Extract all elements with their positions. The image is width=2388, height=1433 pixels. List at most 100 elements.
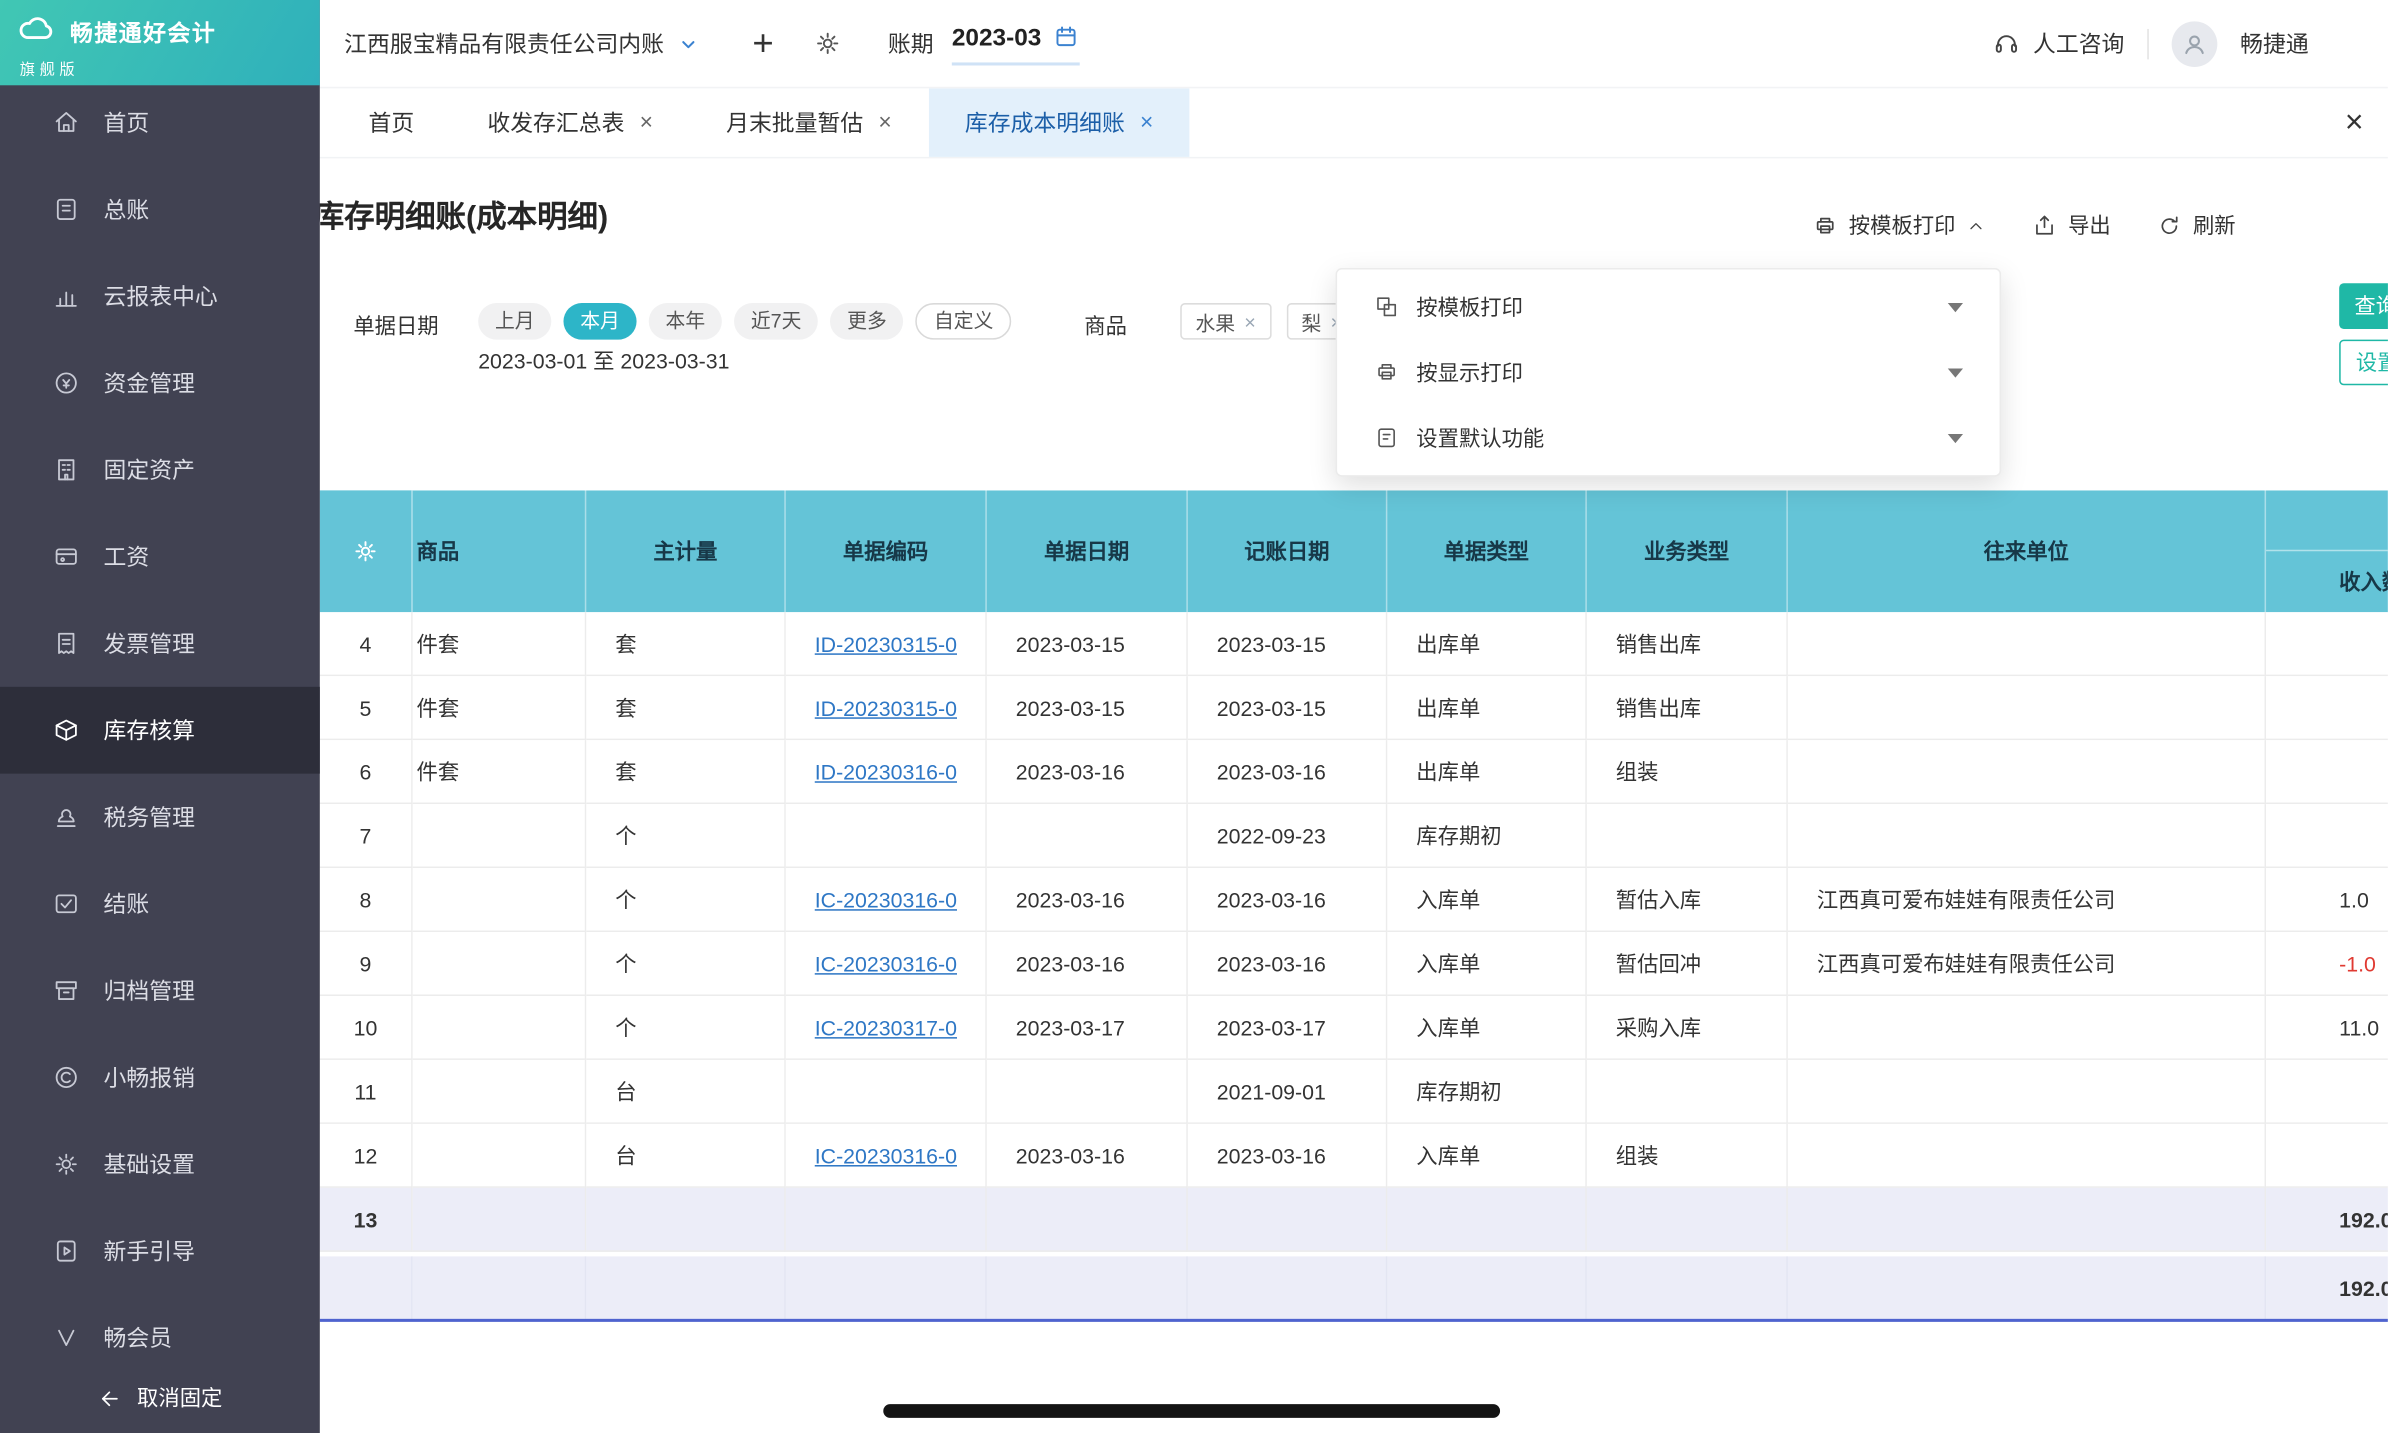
gear-icon[interactable] xyxy=(813,29,842,58)
add-account-button[interactable]: + xyxy=(752,24,773,61)
cell-doc-type: 出库单 xyxy=(1387,676,1587,741)
sidebar-item-inventory-accounting[interactable]: 库存核算 xyxy=(0,686,320,774)
cell-unit: 套 xyxy=(586,612,786,677)
table-row[interactable]: 个 IC-20230317-0 2023-03-17 2023-03-17 入库单 采购入… xyxy=(412,995,2388,1060)
print-by-template-button[interactable]: 按模板打印 xyxy=(1812,210,1986,240)
filter-pill-last-7-days[interactable]: 近7天 xyxy=(734,303,819,340)
cell-book-date: 2022-09-23 xyxy=(1187,804,1388,869)
sidebar-item-payroll[interactable]: 工资 xyxy=(0,513,320,600)
avatar[interactable] xyxy=(2171,20,2218,67)
sidebar-item-member[interactable]: 畅会员 xyxy=(0,1294,320,1381)
table-row[interactable]: 件套套 ID-20230315-0 2023-03-15 2023-03-15 出库单销… xyxy=(412,676,2388,741)
filter-pill-last-month[interactable]: 上月 xyxy=(478,303,552,340)
unpin-sidebar-button[interactable]: 取消固定 xyxy=(0,1375,320,1421)
col-header-book-date[interactable]: 记账日期 xyxy=(1188,490,1388,613)
col-header-product[interactable]: 商品 xyxy=(413,490,587,613)
calendar-icon[interactable] xyxy=(1052,22,1079,57)
sidebar-item-invoice-management[interactable]: 发票管理 xyxy=(0,600,320,687)
document-code-link[interactable]: IC-20230317-0 xyxy=(815,1015,957,1039)
product-tag[interactable]: 水果 × xyxy=(1180,303,1272,340)
archive-icon xyxy=(55,981,77,1000)
tab-inventory-cost-detail[interactable]: 库存成本明细账 × xyxy=(928,88,1190,157)
menu-item-default-settings[interactable]: 设置默认功能 xyxy=(1337,405,1999,470)
close-icon[interactable]: × xyxy=(1140,110,1153,136)
app-window: 畅捷通好会计 旗舰版 首页 总账 云报表中心 资金管理 固定资产 工资 发票管理… xyxy=(0,0,2388,1433)
table-row[interactable]: 件套套 ID-20230315-0 2023-03-15 2023-03-15 出库单销… xyxy=(412,612,2388,677)
close-icon[interactable]: × xyxy=(640,110,653,136)
divider xyxy=(2147,28,2149,59)
col-header-doc-type[interactable]: 单据类型 xyxy=(1387,490,1587,613)
period-value[interactable]: 2023-03 xyxy=(952,26,1041,53)
table-row[interactable]: 个 IC-20230316-0 2023-03-16 2023-03-16 入库单 暂估入… xyxy=(412,868,2388,933)
search-button[interactable]: 查询 xyxy=(2339,283,2388,329)
sidebar-item-closing[interactable]: 结账 xyxy=(0,860,320,947)
sidebar-item-cloud-reports[interactable]: 云报表中心 xyxy=(0,253,320,340)
tab-month-end-estimate[interactable]: 月末批量暂估 × xyxy=(690,88,929,157)
table-row[interactable]: 件套套 ID-20230316-0 2023-03-16 2023-03-16 出库单组… xyxy=(412,740,2388,805)
cell-book-date: 2021-09-01 xyxy=(1187,1059,1388,1124)
cell-product xyxy=(412,1123,587,1188)
sidebar-item-home[interactable]: 首页 xyxy=(0,79,320,166)
col-header-biz-type[interactable]: 业务类型 xyxy=(1587,490,1788,613)
menu-item-print-by-template[interactable]: 按模板打印 xyxy=(1337,274,1999,339)
table-scroll-area[interactable]: 商品 主计量 单据编码 单据日期 记账日期 单据类型 业务类型 往来单位 收入数… xyxy=(412,490,2388,1319)
filter-pill-more[interactable]: 更多 xyxy=(830,303,904,340)
document-code-link[interactable]: ID-20230315-0 xyxy=(815,695,957,719)
close-icon[interactable]: × xyxy=(2345,104,2364,141)
horizontal-scrollbar[interactable] xyxy=(883,1404,1501,1418)
cell-code xyxy=(785,1059,987,1124)
settings-button[interactable]: 设置 xyxy=(2339,339,2388,386)
period-picker[interactable]: 2023-03 xyxy=(951,22,1080,65)
close-icon[interactable]: × xyxy=(1244,310,1256,333)
tab-shipping-summary[interactable]: 收发存汇总表 × xyxy=(451,88,690,157)
dropdown-arrow-icon[interactable] xyxy=(1947,433,1964,443)
export-button[interactable]: 导出 xyxy=(2032,210,2111,240)
support-button[interactable]: 人工咨询 xyxy=(1992,27,2124,59)
row-number: 13 xyxy=(319,1187,413,1252)
table-row[interactable]: 个 2022-09-23 库存期初 xyxy=(412,804,2388,869)
table-settings-header[interactable] xyxy=(319,490,413,613)
table-row[interactable]: 个 IC-20230316-0 2023-03-16 2023-03-16 入库单 暂估回… xyxy=(412,932,2388,996)
filter-pill-this-month[interactable]: 本月 xyxy=(563,303,637,340)
cell-doc-type: 入库单 xyxy=(1387,932,1587,996)
refresh-button[interactable]: 刷新 xyxy=(2156,210,2236,240)
cell-doc-date: 2023-03-16 xyxy=(986,868,1188,933)
col-header-doc-date[interactable]: 单据日期 xyxy=(987,490,1188,613)
sidebar-item-fixed-assets[interactable]: 固定资产 xyxy=(0,426,320,513)
cell-doc-date xyxy=(986,1187,1188,1252)
tab-home[interactable]: 首页 xyxy=(332,88,451,157)
document-code-link[interactable]: ID-20230316-0 xyxy=(815,759,957,783)
table-row[interactable]: 台 2021-09-01 库存期初 xyxy=(412,1059,2388,1124)
menu-item-print-by-display[interactable]: 按显示打印 xyxy=(1337,340,1999,405)
col-header-partner[interactable]: 往来单位 xyxy=(1788,490,2267,613)
dropdown-arrow-icon[interactable] xyxy=(1947,367,1964,377)
dropdown-arrow-icon[interactable] xyxy=(1947,302,1964,312)
document-code-link[interactable]: IC-20230316-0 xyxy=(815,887,957,911)
sidebar-item-reimbursement[interactable]: 小畅报销 xyxy=(0,1034,320,1121)
close-icon[interactable]: × xyxy=(878,110,891,136)
username[interactable]: 畅捷通 xyxy=(2240,27,2309,59)
row-number-body: 4 5 6 7 8 9 10 11 12 13 xyxy=(319,612,413,1252)
fund-icon xyxy=(55,372,77,394)
table-row[interactable]: 192.0 xyxy=(412,1187,2388,1252)
filter-pill-custom[interactable]: 自定义 xyxy=(915,303,1012,340)
filter-pill-this-year[interactable]: 本年 xyxy=(648,303,722,340)
table-row[interactable]: 台 IC-20230316-0 2023-03-16 2023-03-16 入库单 组装 xyxy=(412,1123,2388,1188)
document-code-link[interactable]: IC-20230316-0 xyxy=(815,1143,957,1167)
sidebar-item-general-ledger[interactable]: 总账 xyxy=(0,166,320,253)
sidebar-item-archive-management[interactable]: 归档管理 xyxy=(0,947,320,1034)
cell-biz-type: 采购入库 xyxy=(1586,995,1788,1060)
sidebar-item-basic-settings[interactable]: 基础设置 xyxy=(0,1121,320,1208)
document-icon xyxy=(1378,428,1395,448)
sidebar-item-beginner-guide[interactable]: 新手引导 xyxy=(0,1208,320,1295)
col-header-income-qty[interactable]: 收入数量 xyxy=(2266,551,2388,612)
company-selector[interactable]: 江西服宝精品有限责任公司内账 xyxy=(344,27,664,59)
sidebar-item-tax-management[interactable]: 税务管理 xyxy=(0,774,320,861)
topbar: 江西服宝精品有限责任公司内账 + 账期 2023-03 人工咨询 畅捷通 xyxy=(319,0,2388,89)
chevron-down-icon[interactable] xyxy=(676,31,700,55)
col-header-unit[interactable]: 主计量 xyxy=(586,490,786,613)
document-code-link[interactable]: ID-20230315-0 xyxy=(815,631,957,655)
document-code-link[interactable]: IC-20230316-0 xyxy=(815,951,957,975)
col-header-doc-code[interactable]: 单据编码 xyxy=(786,490,987,613)
sidebar-item-fund-management[interactable]: 资金管理 xyxy=(0,340,320,427)
